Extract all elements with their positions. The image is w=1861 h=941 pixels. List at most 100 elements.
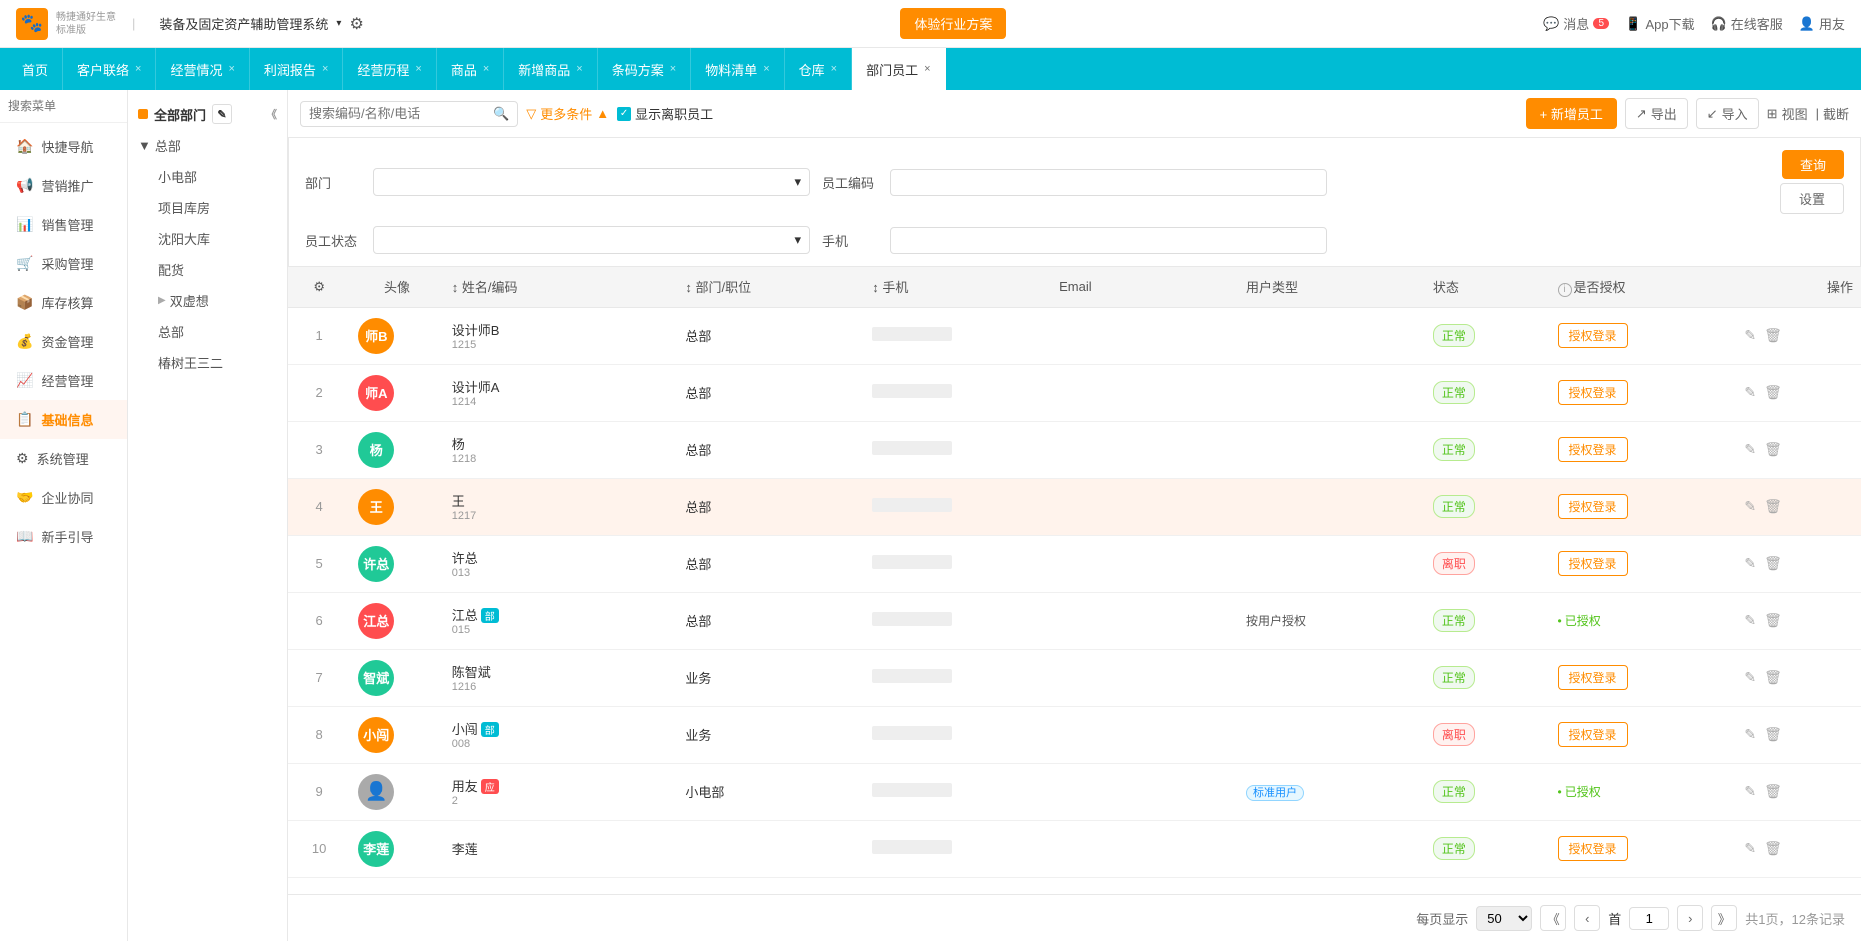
dept-item-zongbu-sub[interactable]: 总部 [128,316,287,347]
settings-gear-icon[interactable]: ⚙ [349,14,363,34]
col-settings-header[interactable]: ⚙ [288,267,350,307]
tab-goods[interactable]: 商品× [437,48,504,90]
search-menu-input[interactable] [8,99,128,113]
col-dept-header[interactable]: ↕ 部门/职位 [677,267,864,307]
edit-icon[interactable]: ✎ [1744,783,1756,800]
edit-icon[interactable]: ✎ [1744,384,1756,401]
delete-icon[interactable]: 🗑 [1764,555,1782,572]
tab-close-icon[interactable]: × [228,63,234,75]
edit-icon[interactable]: ✎ [1744,669,1756,686]
dept-item-xiaodian[interactable]: 小电部 [128,161,287,192]
auth-login-button[interactable]: 授权登录 [1558,494,1628,519]
delete-icon[interactable]: 🗑 [1764,612,1782,629]
edit-icon[interactable]: ✎ [1744,441,1756,458]
filter-phone-input[interactable] [890,227,1327,254]
delete-icon[interactable]: 🗑 [1764,840,1782,857]
auth-login-button[interactable]: 授权登录 [1558,665,1628,690]
next-page-button[interactable]: › [1677,905,1703,931]
tab-add-goods[interactable]: 新增商品× [504,48,597,90]
auth-login-button[interactable]: 授权登录 [1558,437,1628,462]
tab-close-icon[interactable]: × [763,63,769,75]
user-profile-btn[interactable]: 👤 用友 [1799,14,1845,33]
tab-close-icon[interactable]: × [924,63,930,75]
auth-login-button[interactable]: 授权登录 [1558,323,1628,348]
dept-edit-icon[interactable]: ✎ [212,104,232,124]
try-industry-button[interactable]: 体验行业方案 [900,8,1006,39]
dept-item-shenyang[interactable]: 沈阳大库 [128,223,287,254]
edit-icon[interactable]: ✎ [1744,555,1756,572]
tab-close-icon[interactable]: × [322,63,328,75]
filter-empcode-input[interactable] [890,169,1327,196]
edit-icon[interactable]: ✎ [1744,612,1756,629]
dept-item-shuangxu[interactable]: ▶ 双虚想 [128,285,287,316]
sidebar-item-purchase[interactable]: 🛒 采购管理 [0,244,127,283]
tab-close-icon[interactable]: × [135,63,141,75]
tab-barcode[interactable]: 条码方案× [598,48,691,90]
message-btn[interactable]: 💬 消息 5 [1543,14,1609,33]
tab-close-icon[interactable]: × [415,63,421,75]
show-resigned-toggle[interactable]: ✓ 显示离职员工 [617,104,713,123]
col-name-header[interactable]: ↕ 姓名/编码 [444,267,678,307]
delete-icon[interactable]: 🗑 [1764,498,1782,515]
per-page-select[interactable]: 50 20 100 [1476,906,1532,931]
col-phone-header[interactable]: ↕ 手机 [864,267,1051,307]
auth-login-button[interactable]: 授权登录 [1558,551,1628,576]
page-number-input[interactable] [1629,907,1669,930]
tab-customer[interactable]: 客户联络× [63,48,156,90]
add-employee-button[interactable]: + 新增员工 [1526,98,1617,129]
dept-item-peihuo[interactable]: 配货 [128,254,287,285]
tab-close-icon[interactable]: × [483,63,489,75]
sidebar-item-operations[interactable]: 📈 经营管理 [0,361,127,400]
sidebar-item-cooperation[interactable]: 🤝 企业协同 [0,478,127,517]
tab-bom[interactable]: 物料清单× [691,48,784,90]
delete-icon[interactable]: 🗑 [1764,669,1782,686]
delete-icon[interactable]: 🗑 [1764,441,1782,458]
auth-login-button[interactable]: 授权登录 [1558,380,1628,405]
last-page-button[interactable]: 》 [1711,905,1737,931]
first-page-button[interactable]: 《 [1540,905,1566,931]
show-resigned-checkbox[interactable]: ✓ [617,107,631,121]
search-input[interactable] [309,106,489,121]
auth-login-button[interactable]: 授权登录 [1558,836,1628,861]
sidebar-item-inventory[interactable]: 📦 库存核算 [0,283,127,322]
online-service-btn[interactable]: 🎧 在线客服 [1711,14,1783,33]
edit-icon[interactable]: ✎ [1744,840,1756,857]
sidebar-item-guide[interactable]: 📖 新手引导 [0,517,127,556]
dept-item-chunshu[interactable]: 椿树王三二 [128,347,287,378]
tab-profit[interactable]: 利润报告× [250,48,343,90]
more-options-btn[interactable]: | 截断 [1816,104,1849,123]
auth-login-button[interactable]: 授权登录 [1558,722,1628,747]
delete-icon[interactable]: 🗑 [1764,726,1782,743]
edit-icon[interactable]: ✎ [1744,726,1756,743]
system-dropdown-arrow[interactable]: ▾ [336,18,341,29]
delete-icon[interactable]: 🗑 [1764,327,1782,344]
dept-collapse-icon[interactable]: 《 [266,106,277,122]
dept-item-zongbu-root[interactable]: ▼ 总部 [128,130,287,161]
filter-dept-select[interactable]: ▾ [373,168,810,196]
import-button[interactable]: ↙ 导入 [1696,98,1759,129]
sidebar-item-sales[interactable]: 📊 销售管理 [0,205,127,244]
delete-icon[interactable]: 🗑 [1764,384,1782,401]
sidebar-item-marketing[interactable]: 📢 营销推广 [0,166,127,205]
tab-close-icon[interactable]: × [831,63,837,75]
tab-history[interactable]: 经营历程× [343,48,436,90]
export-button[interactable]: ↗ 导出 [1625,98,1688,129]
set-button[interactable]: 设置 [1780,183,1844,214]
sidebar-item-basicinfo[interactable]: 📋 基础信息 [0,400,127,439]
tab-close-icon[interactable]: × [670,63,676,75]
tab-warehouse[interactable]: 仓库× [785,48,852,90]
tab-business[interactable]: 经营情况× [156,48,249,90]
dept-item-xiangmu[interactable]: 项目库房 [128,192,287,223]
app-download-btn[interactable]: 📱 App下载 [1625,14,1694,33]
query-button[interactable]: 查询 [1782,150,1844,179]
prev-page-button[interactable]: ‹ [1574,905,1600,931]
edit-icon[interactable]: ✎ [1744,498,1756,515]
sidebar-item-finance[interactable]: 💰 资金管理 [0,322,127,361]
auth-info-icon[interactable]: i [1558,283,1572,297]
tab-close-icon[interactable]: × [576,63,582,75]
more-filter-btn[interactable]: ▽ 更多条件 ▲ [526,104,609,123]
delete-icon[interactable]: 🗑 [1764,783,1782,800]
view-btn[interactable]: ⊞ 视图 [1767,104,1808,123]
filter-empstatus-select[interactable]: ▾ [373,226,810,254]
tab-department[interactable]: 部门员工× [852,48,945,90]
